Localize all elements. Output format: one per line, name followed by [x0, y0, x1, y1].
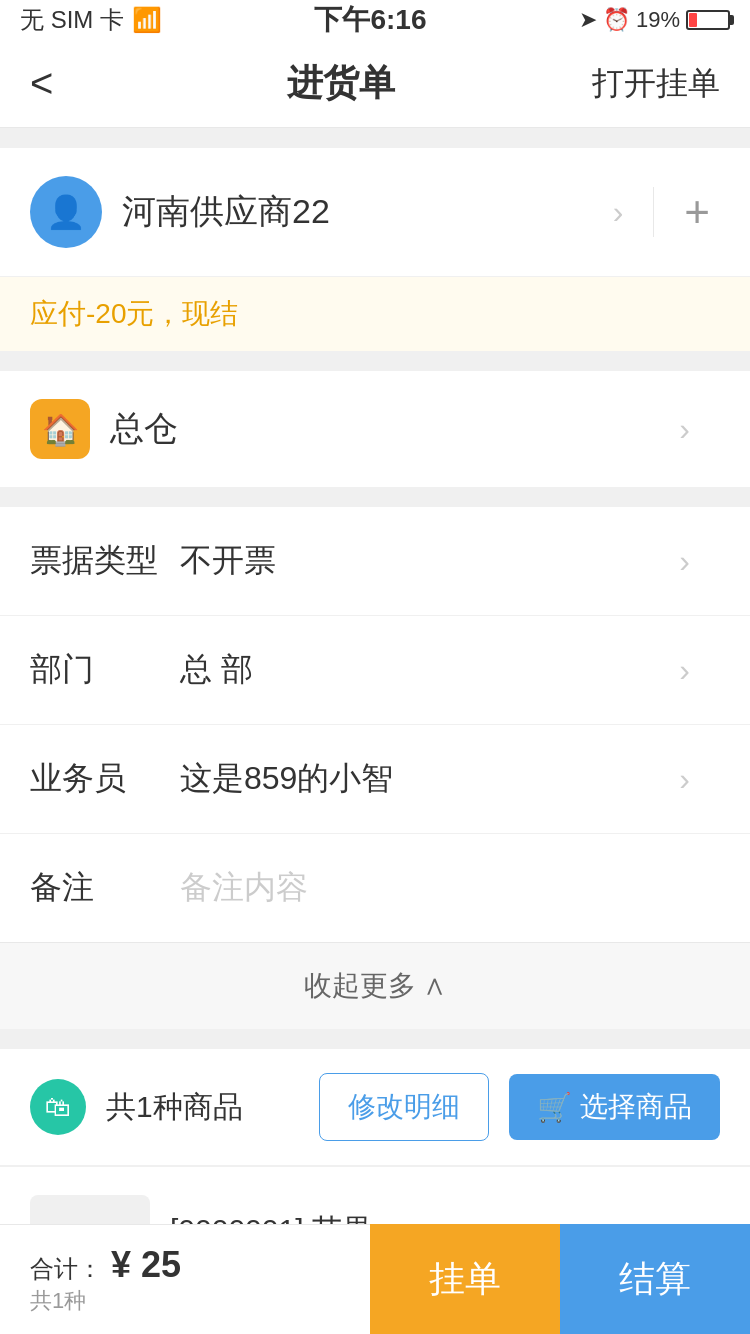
salesperson-label: 业务员 [30, 757, 180, 801]
collapse-label: 收起更多 ∧ [304, 967, 447, 1005]
open-suspend-button[interactable]: 打开挂单 [592, 62, 720, 106]
status-bar: 无 SIM 卡 📶 下午6:16 ➤ ⏰ 19% [0, 0, 750, 40]
department-row[interactable]: 部门 总 部 › [0, 615, 750, 724]
supplier-row[interactable]: 👤 河南供应商22 › + [0, 148, 750, 277]
suspend-label: 挂单 [429, 1255, 501, 1304]
carrier-text: 无 SIM 卡 [20, 4, 124, 36]
status-time: 下午6:16 [314, 1, 426, 39]
status-left: 无 SIM 卡 📶 [20, 4, 162, 36]
select-product-label: 选择商品 [580, 1088, 692, 1126]
divider-2 [0, 487, 750, 507]
location-icon: ➤ [579, 7, 597, 33]
department-value: 总 部 [180, 648, 679, 692]
remark-input[interactable]: 备注内容 [180, 866, 720, 910]
suspend-button[interactable]: 挂单 [370, 1224, 560, 1334]
salesperson-chevron-icon: › [679, 761, 690, 798]
products-header: 🛍 共1种商品 修改明细 🛒 选择商品 [0, 1049, 750, 1165]
notice-bar: 应付-20元，现结 [0, 277, 750, 351]
wifi-icon: 📶 [132, 6, 162, 34]
bottom-bar: 合计： ¥ 25 共1种 挂单 结算 [0, 1224, 750, 1334]
divider-1 [0, 351, 750, 371]
supplier-card: 👤 河南供应商22 › + 应付-20元，现结 [0, 148, 750, 351]
total-label: 合计： [30, 1255, 102, 1282]
checkout-label: 结算 [619, 1255, 691, 1304]
department-chevron-icon: › [679, 652, 690, 689]
status-right: ➤ ⏰ 19% [579, 7, 730, 33]
back-button[interactable]: < [30, 61, 90, 106]
nav-bar: < 进货单 打开挂单 [0, 40, 750, 128]
form-card: 票据类型 不开票 › 部门 总 部 › 业务员 这是859的小智 › 备注 备注… [0, 507, 750, 942]
remark-label: 备注 [30, 866, 180, 910]
salesperson-value: 这是859的小智 [180, 757, 679, 801]
warehouse-name: 总仓 [110, 406, 679, 452]
vertical-divider [653, 187, 654, 237]
invoice-chevron-icon: › [679, 543, 690, 580]
supplier-name: 河南供应商22 [122, 189, 613, 235]
edit-detail-button[interactable]: 修改明细 [319, 1073, 489, 1141]
total-row: 合计： ¥ 25 [30, 1244, 340, 1286]
avatar-icon: 👤 [46, 193, 86, 231]
total-count: 共1种 [30, 1286, 340, 1316]
supplier-chevron-icon: › [613, 194, 624, 231]
total-amount: ¥ 25 [111, 1244, 181, 1285]
invoice-value: 不开票 [180, 539, 679, 583]
products-count: 共1种商品 [106, 1087, 299, 1128]
select-product-button[interactable]: 🛒 选择商品 [509, 1074, 720, 1140]
bottom-total: 合计： ¥ 25 共1种 [0, 1224, 370, 1334]
invoice-label: 票据类型 [30, 539, 180, 583]
department-label: 部门 [30, 648, 180, 692]
invoice-row[interactable]: 票据类型 不开票 › [0, 507, 750, 615]
notice-text: 应付-20元，现结 [30, 298, 238, 329]
shopping-icon: 🛍 [45, 1092, 71, 1123]
warehouse-icon: 🏠 [30, 399, 90, 459]
remark-row[interactable]: 备注 备注内容 [0, 833, 750, 942]
supplier-avatar: 👤 [30, 176, 102, 248]
warehouse-row[interactable]: 🏠 总仓 › [0, 371, 750, 487]
page-title: 进货单 [287, 59, 395, 108]
checkout-button[interactable]: 结算 [560, 1224, 750, 1334]
battery-icon [686, 10, 730, 30]
salesperson-row[interactable]: 业务员 这是859的小智 › [0, 724, 750, 833]
products-icon: 🛍 [30, 1079, 86, 1135]
collapse-row[interactable]: 收起更多 ∧ [0, 942, 750, 1029]
add-button[interactable]: + [674, 187, 720, 237]
top-divider [0, 128, 750, 148]
cart-icon: 🛒 [537, 1091, 572, 1124]
battery-percent: 19% [636, 7, 680, 33]
warehouse-chevron-icon: › [679, 411, 690, 448]
alarm-icon: ⏰ [603, 7, 630, 33]
